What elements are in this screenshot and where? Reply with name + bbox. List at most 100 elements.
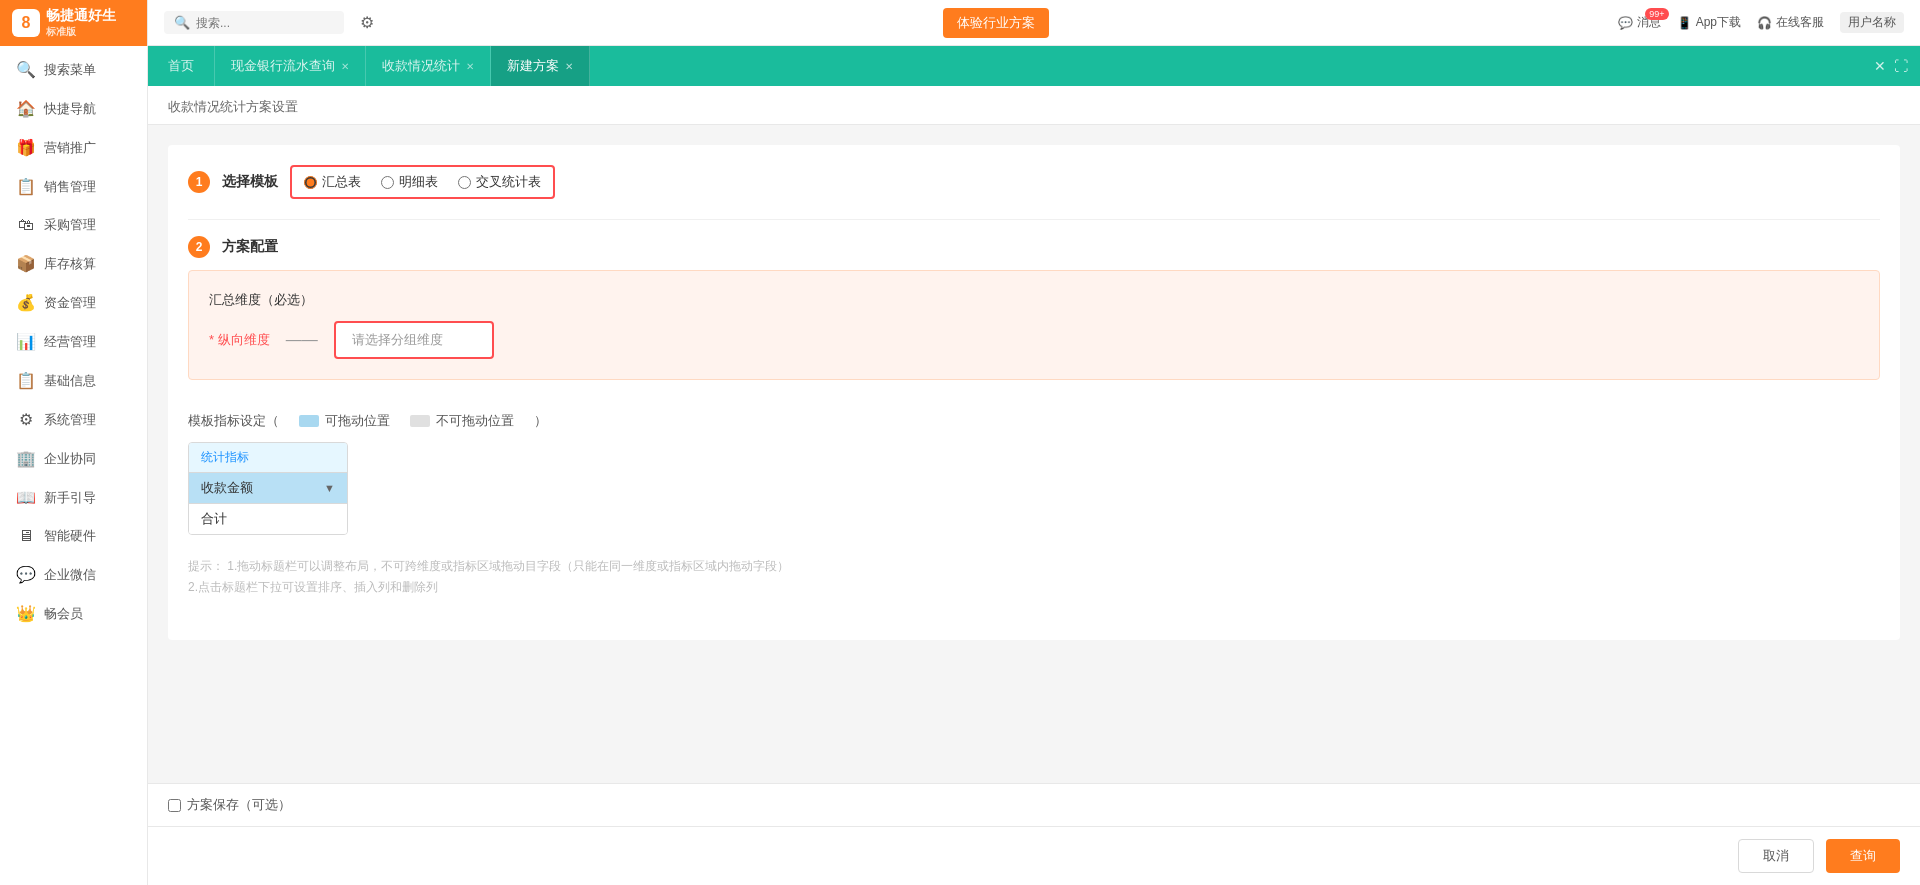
tab-bar-right: ✕ ⛶: [1874, 58, 1920, 74]
step2-header: 2 方案配置: [188, 236, 278, 258]
sidebar-item-label: 企业协同: [44, 450, 96, 468]
radio-detail-label: 明细表: [399, 173, 438, 191]
sidebar-item-enterprise[interactable]: 🏢企业协同: [0, 439, 147, 478]
content-area: 收款情况统计方案设置 1 选择模板 汇总表 明细表: [148, 86, 1920, 885]
username-display: 用户名称: [1840, 12, 1904, 33]
legend-nodrag: 不可拖动位置: [410, 412, 514, 430]
save-checkbox-label[interactable]: 方案保存（可选）: [168, 796, 291, 814]
indicator-table-header: 统计指标: [189, 443, 347, 473]
tab-label-1: 现金银行流水查询: [231, 57, 335, 75]
drag-color-swatch: [299, 415, 319, 427]
sidebar-item-label: 库存核算: [44, 255, 96, 273]
purchase-icon: 🛍: [16, 216, 36, 234]
indicator-col-header[interactable]: 收款金额 ▼: [189, 473, 347, 504]
sidebar-item-sales[interactable]: 📋 销售管理: [0, 167, 147, 206]
sidebar-item-label: 基础信息: [44, 372, 96, 390]
tab-close-icon-3[interactable]: ✕: [565, 61, 573, 72]
step1-title: 选择模板: [222, 173, 278, 191]
app-download-label: App下载: [1696, 14, 1741, 31]
tab-3[interactable]: 新建方案 ✕: [491, 46, 590, 86]
sidebar-item-system[interactable]: ⚙系统管理: [0, 400, 147, 439]
tab-close-icon-2[interactable]: ✕: [466, 61, 474, 72]
tab-label-3: 新建方案: [507, 57, 559, 75]
template-radio-group: 汇总表 明细表 交叉统计表: [290, 165, 555, 199]
basic-icon: 📋: [16, 371, 36, 390]
message-icon: 💬: [1618, 16, 1633, 30]
main-card: 1 选择模板 汇总表 明细表 交叉统计表: [168, 145, 1900, 640]
system-icon: ⚙: [16, 410, 36, 429]
industry-button[interactable]: 体验行业方案: [943, 8, 1049, 38]
capital-icon: 💰: [16, 293, 36, 312]
chevron-down-icon: ▼: [324, 482, 335, 494]
breadcrumb: 收款情况统计方案设置: [168, 99, 298, 114]
sidebar-item-wechat[interactable]: 💬企业微信: [0, 555, 147, 594]
dimension-placeholder: 请选择分组维度: [352, 332, 443, 347]
logo-icon: 8: [12, 9, 40, 37]
message-badge: 99+: [1645, 8, 1668, 20]
dimension-row: * 纵向维度 —— 请选择分组维度: [209, 321, 1859, 359]
cancel-button[interactable]: 取消: [1738, 839, 1814, 873]
sidebar-item-capital[interactable]: 💰资金管理: [0, 283, 147, 322]
sidebar-item-newbie[interactable]: 📖新手引导: [0, 478, 147, 517]
gear-icon[interactable]: ⚙: [360, 13, 374, 32]
service-label: 在线客服: [1776, 14, 1824, 31]
sidebar-item-quicknav[interactable]: 🏠快捷导航: [0, 89, 147, 128]
step2-badge: 2: [188, 236, 210, 258]
indicator-header: 模板指标设定（ 可拖动位置 不可拖动位置 ）: [188, 412, 1880, 430]
step1-badge: 1: [188, 171, 210, 193]
legend-drag: 可拖动位置: [299, 412, 390, 430]
col-header-label: 收款金额: [201, 479, 253, 497]
vertical-dimension-label: * 纵向维度: [209, 331, 270, 349]
drag-label: 可拖动位置: [325, 412, 390, 430]
save-checkbox[interactable]: [168, 799, 181, 812]
search-box[interactable]: 🔍: [164, 11, 344, 34]
radio-summary[interactable]: 汇总表: [304, 173, 361, 191]
radio-detail[interactable]: 明细表: [381, 173, 438, 191]
indicator-title-close: ）: [534, 412, 547, 430]
sidebar-item-inventory[interactable]: 📦库存核算: [0, 244, 147, 283]
sidebar: 8 畅捷通好生 标准版 🔍 搜索菜单 🏠快捷导航🎁营销推广 📋 销售管理 🛍采购管理📦库存…: [0, 0, 148, 885]
sidebar-item-marketing[interactable]: 🎁营销推广: [0, 128, 147, 167]
sidebar-item-hardware[interactable]: 🖥智能硬件: [0, 517, 147, 555]
tab-close-icon-1[interactable]: ✕: [341, 61, 349, 72]
sidebar-nav: 🔍 搜索菜单 🏠快捷导航🎁营销推广 📋 销售管理 🛍采购管理📦库存核算💰资金管理📊经营管理…: [0, 46, 147, 885]
tab-0[interactable]: 首页: [148, 46, 215, 86]
dimension-title: 汇总维度（必选）: [209, 291, 1859, 309]
tab-1[interactable]: 现金银行流水查询 ✕: [215, 46, 366, 86]
sidebar-item-label: 搜索菜单: [44, 61, 96, 79]
sidebar-item-operation[interactable]: 📊经营管理: [0, 322, 147, 361]
sidebar-item-purchase[interactable]: 🛍采购管理: [0, 206, 147, 244]
member-icon: 👑: [16, 604, 36, 623]
indicator-cell-total: 合计: [189, 504, 347, 534]
sales-icon: 📋: [16, 177, 36, 196]
step2-row: 2 方案配置 汇总维度（必选） * 纵向维度 —— 请选择分组维度: [188, 236, 1880, 600]
footer-area: 方案保存（可选）: [148, 783, 1920, 826]
tab-2[interactable]: 收款情况统计✕: [366, 46, 491, 86]
sidebar-item-label: 经营管理: [44, 333, 96, 351]
sidebar-item-member[interactable]: 👑畅会员: [0, 594, 147, 633]
query-button[interactable]: 查询: [1826, 839, 1900, 873]
sidebar-item-label: 销售管理: [44, 178, 96, 196]
sidebar-item-basic[interactable]: 📋 基础信息: [0, 361, 147, 400]
dimension-selector[interactable]: 请选择分组维度: [334, 321, 494, 359]
indicator-table: 统计指标 收款金额 ▼ 合计: [188, 442, 348, 535]
radio-summary-label: 汇总表: [322, 173, 361, 191]
page-header: 收款情况统计方案设置: [148, 86, 1920, 125]
message-button[interactable]: 💬 消息 99+: [1618, 14, 1661, 31]
topbar-right: 💬 消息 99+ 📱 App下载 🎧 在线客服 用户名称: [1618, 12, 1904, 33]
tab-expand-icon[interactable]: ⛶: [1894, 58, 1908, 74]
sidebar-item-search[interactable]: 🔍 搜索菜单: [0, 50, 147, 89]
search-icon: 🔍: [16, 60, 36, 79]
service-button[interactable]: 🎧 在线客服: [1757, 14, 1824, 31]
logo-text-group: 畅捷通好生 标准版: [46, 7, 116, 39]
radio-cross-label: 交叉统计表: [476, 173, 541, 191]
tab-close-all-icon[interactable]: ✕: [1874, 58, 1886, 74]
app-download-button[interactable]: 📱 App下载: [1677, 14, 1741, 31]
search-input[interactable]: [196, 16, 316, 30]
page-body: 1 选择模板 汇总表 明细表 交叉统计表: [148, 125, 1920, 783]
radio-cross[interactable]: 交叉统计表: [458, 173, 541, 191]
indicator-title: 模板指标设定（: [188, 412, 279, 430]
newbie-icon: 📖: [16, 488, 36, 507]
sidebar-item-label: 智能硬件: [44, 527, 96, 545]
search-icon: 🔍: [174, 15, 190, 30]
